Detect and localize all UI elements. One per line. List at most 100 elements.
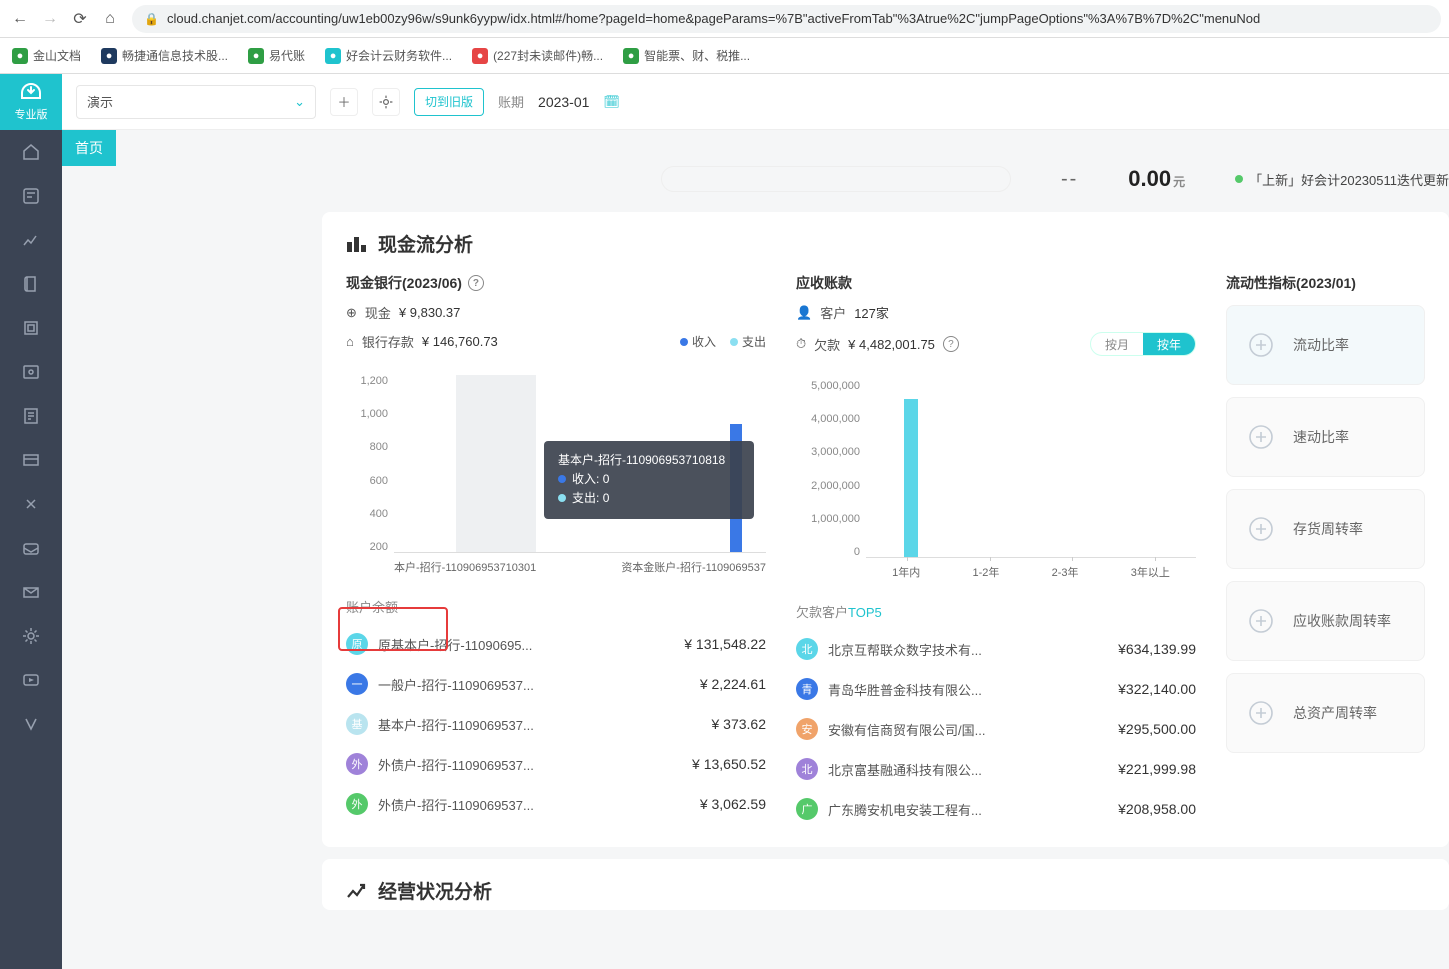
nav-home-button[interactable]: ⌂ bbox=[98, 7, 122, 31]
nav-back-button[interactable]: ← bbox=[8, 7, 32, 31]
y-tick: 3,000,000 bbox=[811, 446, 860, 458]
account-name: 外债户-招行-1109069537... bbox=[378, 795, 534, 814]
bookmark-item[interactable]: ●易代账 bbox=[248, 47, 305, 64]
sidebar-inbox-icon[interactable] bbox=[0, 526, 62, 570]
cashflow-panel: 现金流分析 现金银行(2023/06) ? ⊕ 现金 ¥ 9,830.37 bbox=[322, 212, 1449, 847]
customer-row[interactable]: 北北京富基融通科技有限公...¥221,999.98 bbox=[796, 749, 1196, 789]
sidebar-ledger-icon[interactable] bbox=[0, 262, 62, 306]
account-row[interactable]: 外外债户-招行-1109069537...¥ 3,062.59 bbox=[346, 784, 766, 824]
toggle-year[interactable]: 按年 bbox=[1143, 333, 1195, 355]
metric-card[interactable]: 速动比率 bbox=[1226, 397, 1425, 477]
bookmark-favicon: ● bbox=[623, 48, 639, 64]
bookmark-item[interactable]: ●(227封未读邮件)畅... bbox=[472, 47, 603, 64]
metric-label: 流动比率 bbox=[1293, 335, 1349, 355]
customer-row[interactable]: 北北京互帮联众数字技术有...¥634,139.99 bbox=[796, 629, 1196, 669]
customer-name: 北京富基融通科技有限公... bbox=[828, 760, 982, 779]
customer-badge: 北 bbox=[796, 758, 818, 780]
metric-card[interactable]: 应收账款周转率 bbox=[1226, 581, 1425, 661]
news-ticker[interactable]: 「上新」好会计20230511迭代更新 bbox=[1235, 170, 1449, 189]
x-tick: 3年以上 bbox=[1131, 564, 1170, 580]
cash-label: 现金 bbox=[365, 303, 391, 322]
metric-icon bbox=[1243, 327, 1279, 363]
sidebar-archive-icon[interactable] bbox=[0, 438, 62, 482]
bookmark-favicon: ● bbox=[101, 48, 117, 64]
y-tick: 1,200 bbox=[360, 375, 388, 387]
account-row[interactable]: 外外债户-招行-1109069537...¥ 13,650.52 bbox=[346, 744, 766, 784]
bookmark-item[interactable]: ●金山文档 bbox=[12, 47, 81, 64]
y-tick: 1,000,000 bbox=[811, 513, 860, 525]
browser-nav-bar: ← → ⟳ ⌂ 🔒 cloud.chanjet.com/accounting/u… bbox=[0, 0, 1449, 38]
sidebar-report-icon[interactable] bbox=[0, 218, 62, 262]
url-bar[interactable]: 🔒 cloud.chanjet.com/accounting/uw1eb00zy… bbox=[132, 5, 1441, 33]
receivables-header: 应收账款 bbox=[796, 273, 852, 293]
sidebar-mail-icon[interactable] bbox=[0, 570, 62, 614]
customer-amount: ¥295,500.00 bbox=[1118, 721, 1196, 737]
customer-name: 青岛华胜普金科技有限公... bbox=[828, 680, 982, 699]
customer-amount: ¥634,139.99 bbox=[1118, 641, 1196, 657]
cash-bank-chart: 1,2001,000800600400200 基本户-招行-1109069537… bbox=[346, 375, 766, 575]
sidebar-voucher-icon[interactable] bbox=[0, 174, 62, 218]
sidebar-tools-icon[interactable] bbox=[0, 482, 62, 526]
gear-button[interactable] bbox=[372, 88, 400, 116]
period-value: 2023-01 bbox=[538, 94, 589, 110]
metric-card[interactable]: 总资产周转率 bbox=[1226, 673, 1425, 753]
help-icon[interactable]: ? bbox=[943, 336, 959, 352]
customer-amount: ¥208,958.00 bbox=[1118, 801, 1196, 817]
summary-stub-row: -- 0.00元 「上新」好会计20230511迭代更新 bbox=[322, 166, 1449, 202]
switch-old-version-button[interactable]: 切到旧版 bbox=[414, 88, 484, 116]
bookmark-item[interactable]: ●好会计云财务软件... bbox=[325, 47, 452, 64]
sidebar-tax-icon[interactable] bbox=[0, 394, 62, 438]
account-badge: 外 bbox=[346, 793, 368, 815]
x-tick: 资本金账户-招行-1109069537 bbox=[621, 559, 766, 575]
chart-bar bbox=[904, 399, 918, 557]
logo-label: 专业版 bbox=[15, 106, 48, 122]
help-icon[interactable]: ? bbox=[468, 275, 484, 291]
legend: 收入 支出 bbox=[680, 333, 766, 350]
customer-row[interactable]: 青青岛华胜普金科技有限公...¥322,140.00 bbox=[796, 669, 1196, 709]
add-button[interactable]: ＋ bbox=[330, 88, 358, 116]
calendar-icon[interactable]: 🗓 bbox=[603, 94, 620, 110]
customer-row[interactable]: 安安徽有信商贸有限公司/国...¥295,500.00 bbox=[796, 709, 1196, 749]
owed-icon: ⏱ bbox=[796, 336, 806, 352]
deposit-label: 银行存款 bbox=[362, 332, 414, 351]
tab-home[interactable]: 首页 bbox=[62, 130, 116, 166]
account-row[interactable]: 基基本户-招行-1109069537...¥ 373.62 bbox=[346, 704, 766, 744]
news-dot-icon bbox=[1235, 175, 1243, 183]
sidebar-settings-icon[interactable] bbox=[0, 614, 62, 658]
topbar: 演示 ⌄ ＋ 切到旧版 账期 2023-01 🗓 bbox=[62, 74, 1449, 130]
metric-card[interactable]: 存货周转率 bbox=[1226, 489, 1425, 569]
sidebar-home-icon[interactable] bbox=[0, 130, 62, 174]
app-logo[interactable]: 专业版 bbox=[0, 74, 62, 130]
bar-chart-icon bbox=[346, 234, 368, 254]
search-stub[interactable] bbox=[661, 166, 1011, 192]
bookmark-label: (227封未读邮件)畅... bbox=[493, 47, 603, 64]
bookmark-item[interactable]: ● 智能票、财、税推... bbox=[623, 47, 750, 64]
bookmark-label: 金山文档 bbox=[33, 47, 81, 64]
sidebar-assets-icon[interactable] bbox=[0, 306, 62, 350]
period-toggle[interactable]: 按月 按年 bbox=[1090, 332, 1196, 356]
chart-tooltip: 基本户-招行-110906953710818 收入: 0 支出: 0 bbox=[544, 441, 754, 519]
customer-badge: 安 bbox=[796, 718, 818, 740]
sidebar-v-icon[interactable] bbox=[0, 702, 62, 746]
metric-label: 存货周转率 bbox=[1293, 519, 1363, 539]
org-name: 演示 bbox=[87, 92, 113, 111]
customer-row[interactable]: 广广东腾安机电安装工程有...¥208,958.00 bbox=[796, 789, 1196, 829]
stub-value: 0.00元 bbox=[1128, 166, 1185, 192]
nav-forward-button[interactable]: → bbox=[38, 7, 62, 31]
account-row[interactable]: 一一般户-招行-1109069537...¥ 2,224.61 bbox=[346, 664, 766, 704]
lock-icon: 🔒 bbox=[144, 12, 159, 26]
sidebar-salary-icon[interactable] bbox=[0, 350, 62, 394]
bookmark-label: 畅捷通信息技术股... bbox=[122, 47, 228, 64]
liquidity-header: 流动性指标(2023/01) bbox=[1226, 273, 1356, 293]
metric-card[interactable]: 流动比率 bbox=[1226, 305, 1425, 385]
sidebar-video-icon[interactable] bbox=[0, 658, 62, 702]
org-select[interactable]: 演示 ⌄ bbox=[76, 85, 316, 119]
bookmark-label: 智能票、财、税推... bbox=[644, 47, 750, 64]
debt-customers-list: 北北京互帮联众数字技术有...¥634,139.99青青岛华胜普金科技有限公..… bbox=[796, 629, 1196, 829]
account-badge: 一 bbox=[346, 673, 368, 695]
y-tick: 600 bbox=[370, 475, 388, 487]
nav-reload-button[interactable]: ⟳ bbox=[68, 7, 92, 31]
account-amount: ¥ 131,548.22 bbox=[684, 636, 766, 652]
bookmark-item[interactable]: ● 畅捷通信息技术股... bbox=[101, 47, 228, 64]
toggle-month[interactable]: 按月 bbox=[1091, 333, 1143, 355]
